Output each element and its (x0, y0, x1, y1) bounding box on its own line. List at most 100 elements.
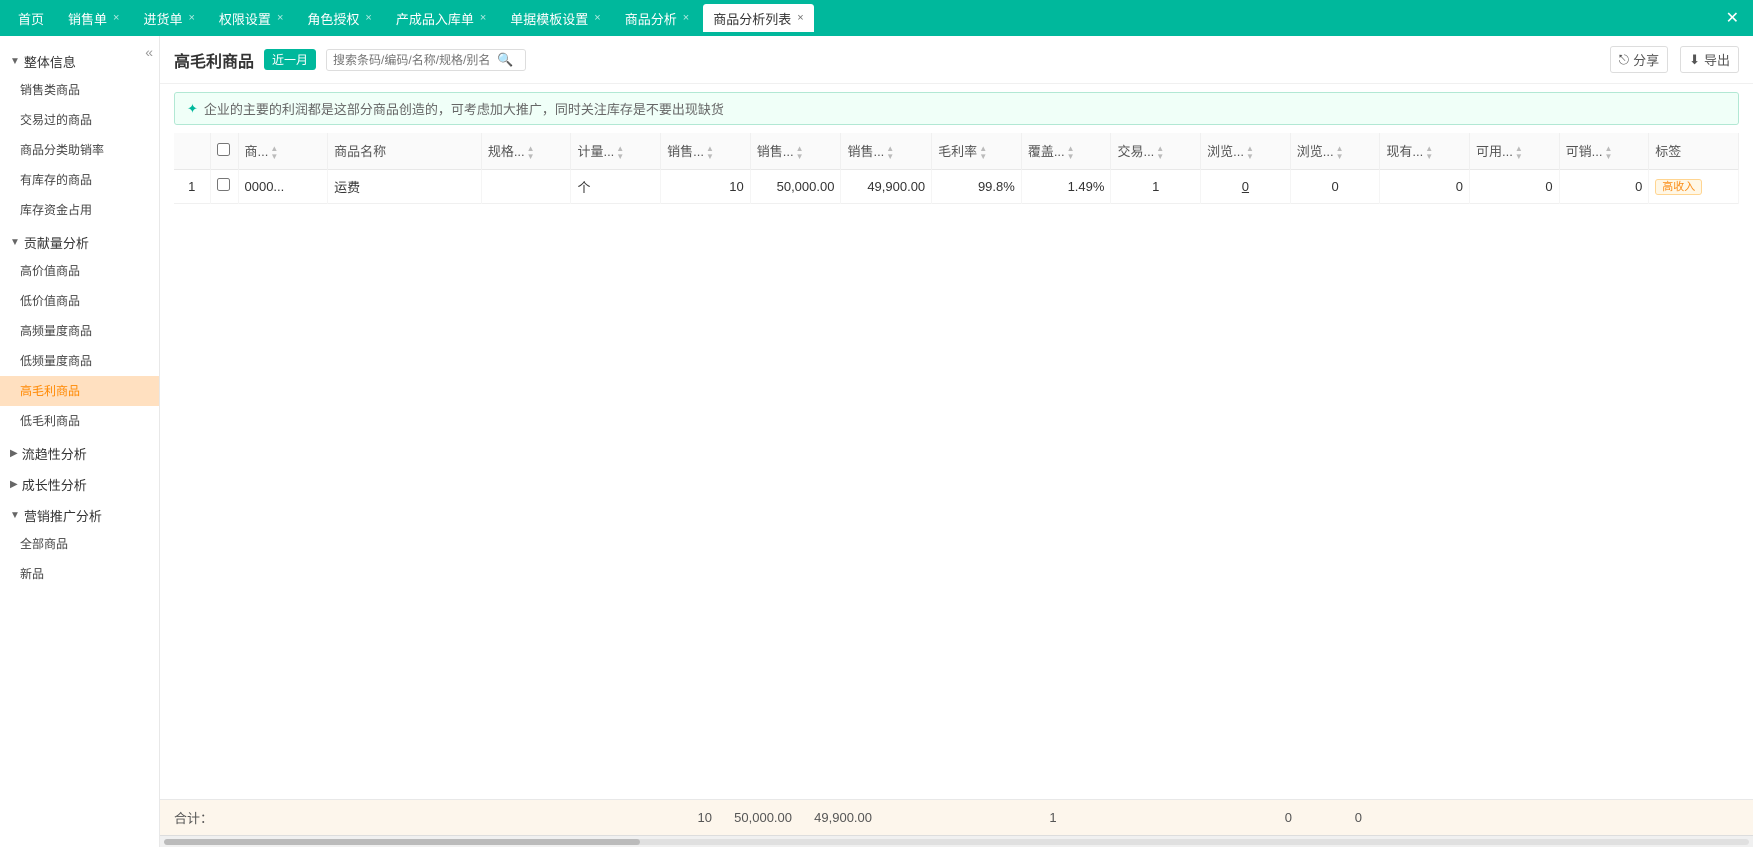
sidebar-item-low-value[interactable]: 低价值商品 (0, 286, 159, 316)
sort-icon-sellable[interactable]: ▲▼ (1605, 145, 1613, 161)
nav-tab-product-analysis-list[interactable]: 商品分析列表× (703, 4, 813, 32)
col-header-current-stock[interactable]: 现有...▲▼ (1380, 133, 1470, 169)
table-row: 10000...运费个1050,000.0049,900.0099.8%1.49… (174, 169, 1739, 203)
sidebar-group-overall[interactable]: ▼ 整体信息 (0, 44, 159, 75)
col-header-spec[interactable]: 规格...▲▼ (481, 133, 571, 169)
cell-sellable: 0 (1559, 169, 1649, 203)
nav-tab-role-auth[interactable]: 角色授权× (297, 4, 381, 32)
sort-icon-coverage[interactable]: ▲▼ (1067, 145, 1075, 161)
sidebar-item-low-margin[interactable]: 低毛利商品 (0, 406, 159, 436)
cell-sales-cost: 49,900.00 (841, 169, 932, 203)
sidebar-item-high-value[interactable]: 高价值商品 (0, 256, 159, 286)
cell-sales-qty: 10 (661, 169, 751, 203)
search-icon[interactable]: 🔍 (497, 52, 513, 68)
info-bar: ✦ 企业的主要的利润都是这部分商品创造的，可考虑加大推广，同时关注库存是不要出现… (174, 92, 1739, 125)
nav-tab-product-entry[interactable]: 产成品入库单× (386, 4, 496, 32)
col-header-margin-rate[interactable]: 毛利率▲▼ (932, 133, 1022, 169)
tab-close-icon-role-auth[interactable]: × (365, 12, 371, 24)
tab-close-icon-auth-settings[interactable]: × (277, 12, 283, 24)
nav-tab-home[interactable]: 首页 (8, 4, 54, 32)
col-header-browse2[interactable]: 浏览...▲▼ (1290, 133, 1380, 169)
sidebar-item-goods-assist-rate[interactable]: 商品分类助销率 (0, 135, 159, 165)
search-input[interactable] (333, 53, 493, 67)
footer-cell-11: 1 (1018, 810, 1088, 825)
col-header-browse1[interactable]: 浏览...▲▼ (1201, 133, 1291, 169)
sidebar: « ▼ 整体信息销售类商品交易过的商品商品分类助销率有库存的商品库存资金占用▼ … (0, 36, 160, 847)
sidebar-group-trend-analysis[interactable]: ▶ 流趋性分析 (0, 436, 159, 467)
sidebar-item-high-freq[interactable]: 高频量度商品 (0, 316, 159, 346)
cell-available: 0 (1470, 169, 1560, 203)
nav-tab-sales[interactable]: 销售单× (58, 4, 129, 32)
col-header-sales-qty[interactable]: 销售...▲▼ (661, 133, 751, 169)
cell-browse2: 0 (1290, 169, 1380, 203)
sidebar-item-all-goods[interactable]: 全部商品 (0, 529, 159, 559)
nav-tab-product-analysis[interactable]: 商品分析× (615, 4, 699, 32)
export-icon: ⬇ (1689, 52, 1700, 68)
col-header-goods-code[interactable]: 商...▲▼ (238, 133, 328, 169)
share-button[interactable]: ⎋ 分享 (1610, 46, 1668, 73)
sort-icon-browse2[interactable]: ▲▼ (1336, 145, 1344, 161)
sort-icon-spec[interactable]: ▲▼ (527, 145, 535, 161)
sidebar-item-inventory-share[interactable]: 库存资金占用 (0, 195, 159, 225)
sidebar-item-sales-goods[interactable]: 销售类商品 (0, 75, 159, 105)
sort-icon-unit[interactable]: ▲▼ (616, 145, 624, 161)
nav-tab-template[interactable]: 单据模板设置× (500, 4, 610, 32)
col-header-coverage[interactable]: 覆盖...▲▼ (1021, 133, 1111, 169)
sidebar-item-traded-goods[interactable]: 交易过的商品 (0, 105, 159, 135)
export-button[interactable]: ⬇ 导出 (1680, 46, 1739, 73)
cell-current-stock: 0 (1380, 169, 1470, 203)
sort-icon-current-stock[interactable]: ▲▼ (1425, 145, 1433, 161)
sort-icon-sales-amount[interactable]: ▲▼ (796, 145, 804, 161)
sidebar-item-new-goods[interactable]: 新品 (0, 559, 159, 589)
top-nav: 首页销售单×进货单×权限设置×角色授权×产成品入库单×单据模板设置×商品分析×商… (0, 0, 1753, 36)
sort-icon-available[interactable]: ▲▼ (1515, 145, 1523, 161)
footer-cell-14: 0 (1228, 810, 1298, 825)
browse-link[interactable]: 0 (1242, 179, 1249, 194)
sidebar-group-growth-analysis[interactable]: ▶ 成长性分析 (0, 467, 159, 498)
tab-close-icon-product-entry[interactable]: × (480, 12, 486, 24)
bottom-scrollbar[interactable] (160, 835, 1753, 847)
tab-close-icon-purchase[interactable]: × (188, 12, 194, 24)
sidebar-item-inventory-goods[interactable]: 有库存的商品 (0, 165, 159, 195)
sidebar-collapse-btn[interactable]: « (145, 44, 153, 60)
table-header: 商...▲▼商品名称规格...▲▼计量...▲▼销售...▲▼销售...▲▼销售… (174, 133, 1739, 169)
col-header-transactions[interactable]: 交易...▲▼ (1111, 133, 1201, 169)
content-area: 高毛利商品 近一月 🔍 ⎋ 分享 ⬇ 导出 ✦ 企业的主要的利润都是这部分商品创… (160, 36, 1753, 847)
sidebar-group-marketing-analysis[interactable]: ▼ 营销推广分析 (0, 498, 159, 529)
nav-tab-purchase[interactable]: 进货单× (133, 4, 204, 32)
col-header-goods-name[interactable]: 商品名称 (328, 133, 482, 169)
col-header-available[interactable]: 可用...▲▼ (1470, 133, 1560, 169)
tab-close-icon-product-analysis-list[interactable]: × (797, 12, 803, 24)
col-header-unit[interactable]: 计量...▲▼ (571, 133, 661, 169)
sort-icon-transactions[interactable]: ▲▼ (1156, 145, 1164, 161)
sort-icon-sales-cost[interactable]: ▲▼ (886, 145, 894, 161)
cell-checkbox[interactable] (210, 169, 238, 203)
table-wrap[interactable]: 商...▲▼商品名称规格...▲▼计量...▲▼销售...▲▼销售...▲▼销售… (160, 133, 1753, 799)
scrollbar-thumb[interactable] (164, 839, 640, 845)
arrow-icon: ▼ (10, 56, 20, 67)
footer-label: 合计： (174, 808, 254, 827)
tab-close-icon-sales[interactable]: × (113, 12, 119, 24)
tab-close-icon-template[interactable]: × (594, 12, 600, 24)
close-all-icon[interactable]: ✕ (1720, 8, 1745, 28)
col-header-sales-amount[interactable]: 销售...▲▼ (750, 133, 841, 169)
sort-icon-margin-rate[interactable]: ▲▼ (979, 145, 987, 161)
sort-icon-goods-code[interactable]: ▲▼ (270, 145, 278, 161)
sidebar-group-wealth-analysis[interactable]: ▼ 贡献量分析 (0, 225, 159, 256)
sidebar-item-high-margin[interactable]: 高毛利商品 (0, 376, 159, 406)
row-checkbox[interactable] (217, 178, 230, 191)
col-header-sales-cost[interactable]: 销售...▲▼ (841, 133, 932, 169)
sort-icon-browse1[interactable]: ▲▼ (1246, 145, 1254, 161)
col-header-sellable[interactable]: 可销...▲▼ (1559, 133, 1649, 169)
nav-tab-auth-settings[interactable]: 权限设置× (209, 4, 293, 32)
cell-tag: 高收入 (1649, 169, 1739, 203)
info-text: 企业的主要的利润都是这部分商品创造的，可考虑加大推广，同时关注库存是不要出现缺货 (204, 99, 724, 118)
sort-icon-sales-qty[interactable]: ▲▼ (706, 145, 714, 161)
cell-spec (481, 169, 571, 203)
tab-close-icon-product-analysis[interactable]: × (683, 12, 689, 24)
time-filter-button[interactable]: 近一月 (264, 49, 316, 70)
select-all-checkbox[interactable] (217, 143, 230, 156)
content-header: 高毛利商品 近一月 🔍 ⎋ 分享 ⬇ 导出 (160, 36, 1753, 84)
cell-browse1[interactable]: 0 (1201, 169, 1291, 203)
sidebar-item-low-freq[interactable]: 低频量度商品 (0, 346, 159, 376)
